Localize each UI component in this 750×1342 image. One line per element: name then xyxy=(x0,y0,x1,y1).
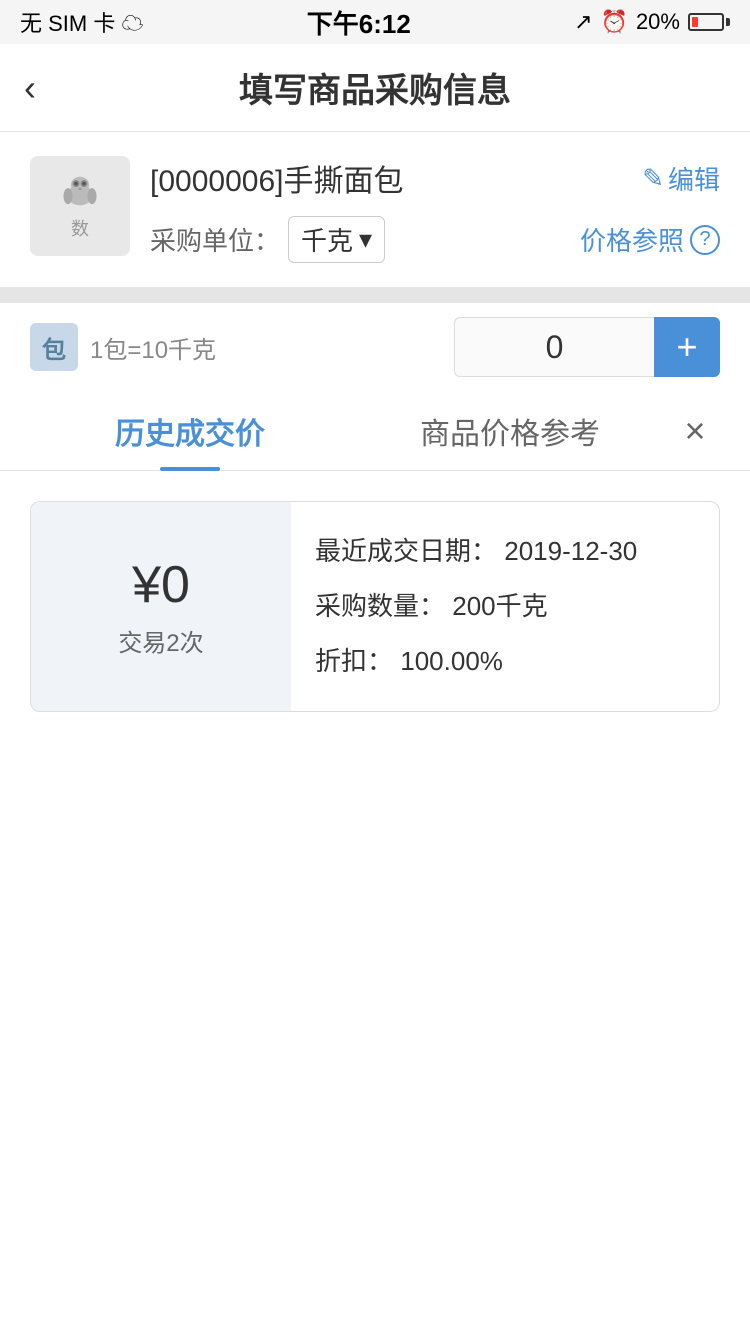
product-logo xyxy=(45,171,115,211)
history-trade-count: 交易2次 xyxy=(118,623,203,658)
unit-select[interactable]: 千克 ▾ xyxy=(288,216,385,263)
quantity-plus-button[interactable]: + xyxy=(654,317,720,377)
history-price-summary: ¥0 交易2次 xyxy=(31,502,291,711)
price-ref-button[interactable]: 价格参照 ? xyxy=(580,221,720,258)
tab-active-indicator xyxy=(160,467,220,471)
quantity-controls: 0 + xyxy=(454,317,720,377)
product-thumb-label: 数 xyxy=(71,215,89,241)
unit-label: 采购单位： 千克 ▾ xyxy=(150,216,385,263)
sim-signal-text: 无 SIM 卡 ☁ xyxy=(20,6,143,38)
unit-conversion: 1包=10千克 xyxy=(90,330,216,365)
tab-price-reference[interactable]: 商品价格参考 xyxy=(350,391,670,471)
edit-label: 编辑 xyxy=(668,160,720,197)
unit-info: 包 1包=10千克 xyxy=(30,323,216,371)
tab-history-label: 历史成交价 xyxy=(115,409,265,453)
battery-icon xyxy=(688,13,730,31)
alarm-icon: ⏰ xyxy=(601,9,628,35)
product-name: [0000006]手撕面包 xyxy=(150,156,403,200)
back-button[interactable]: ‹ xyxy=(24,67,36,109)
location-icon: ↗ xyxy=(574,9,592,35)
battery-percent: 20% xyxy=(636,9,680,35)
history-price-value: ¥0 xyxy=(132,555,190,615)
edit-icon: ✎ xyxy=(642,163,664,194)
product-unit-row: 采购单位： 千克 ▾ 价格参照 ? xyxy=(150,216,720,263)
purchase-qty-value: 200千克 xyxy=(452,591,547,621)
status-left: 无 SIM 卡 ☁ xyxy=(20,6,143,38)
price-ref-label: 价格参照 xyxy=(580,221,684,258)
discount-value: 100.00% xyxy=(400,646,503,676)
tab-price-ref-label: 商品价格参考 xyxy=(420,409,600,453)
quantity-input[interactable]: 0 xyxy=(454,317,654,377)
bottom-panel: 历史成交价 商品价格参考 × ¥0 交易2次 最近成交日期： 2019-12-3… xyxy=(0,391,750,1342)
purchase-qty-row: 采购数量： 200千克 xyxy=(315,587,695,626)
history-section: ¥0 交易2次 最近成交日期： 2019-12-30 采购数量： 200千克 折… xyxy=(0,471,750,742)
close-button[interactable]: × xyxy=(670,406,720,456)
discount-label: 折扣： xyxy=(315,646,393,676)
quantity-row: 包 1包=10千克 0 + xyxy=(0,303,750,391)
tab-history-price[interactable]: 历史成交价 xyxy=(30,391,350,471)
page-content-rest xyxy=(0,742,750,1342)
product-card: 数 [0000006]手撕面包 ✎ 编辑 采购单位： 千克 ▾ 价格参照 xyxy=(0,132,750,287)
history-card: ¥0 交易2次 最近成交日期： 2019-12-30 采购数量： 200千克 折… xyxy=(30,501,720,712)
recent-date-row: 最近成交日期： 2019-12-30 xyxy=(315,532,695,571)
dropdown-chevron-icon: ▾ xyxy=(359,224,372,255)
product-thumbnail: 数 xyxy=(30,156,130,256)
product-info: [0000006]手撕面包 ✎ 编辑 采购单位： 千克 ▾ 价格参照 ? xyxy=(150,156,720,263)
section-divider xyxy=(0,287,750,303)
history-details: 最近成交日期： 2019-12-30 采购数量： 200千克 折扣： 100.0… xyxy=(291,502,719,711)
recent-date-label: 最近成交日期： xyxy=(315,536,497,566)
recent-date-value: 2019-12-30 xyxy=(504,536,637,566)
discount-row: 折扣： 100.00% xyxy=(315,642,695,681)
product-top-row: [0000006]手撕面包 ✎ 编辑 xyxy=(150,156,720,200)
page-title: 填写商品采购信息 xyxy=(239,63,511,112)
unit-value: 千克 xyxy=(301,221,353,258)
status-time: 下午6:12 xyxy=(307,4,411,41)
nav-bar: ‹ 填写商品采购信息 xyxy=(0,44,750,132)
unit-badge: 包 xyxy=(30,323,78,371)
edit-button[interactable]: ✎ 编辑 xyxy=(642,160,720,197)
tabs-row: 历史成交价 商品价格参考 × xyxy=(0,391,750,471)
purchase-qty-label: 采购数量： xyxy=(315,591,445,621)
back-icon: ‹ xyxy=(24,67,36,109)
status-right: ↗ ⏰ 20% xyxy=(574,9,730,35)
status-bar: 无 SIM 卡 ☁ 下午6:12 ↗ ⏰ 20% xyxy=(0,0,750,44)
help-icon: ? xyxy=(690,225,720,255)
